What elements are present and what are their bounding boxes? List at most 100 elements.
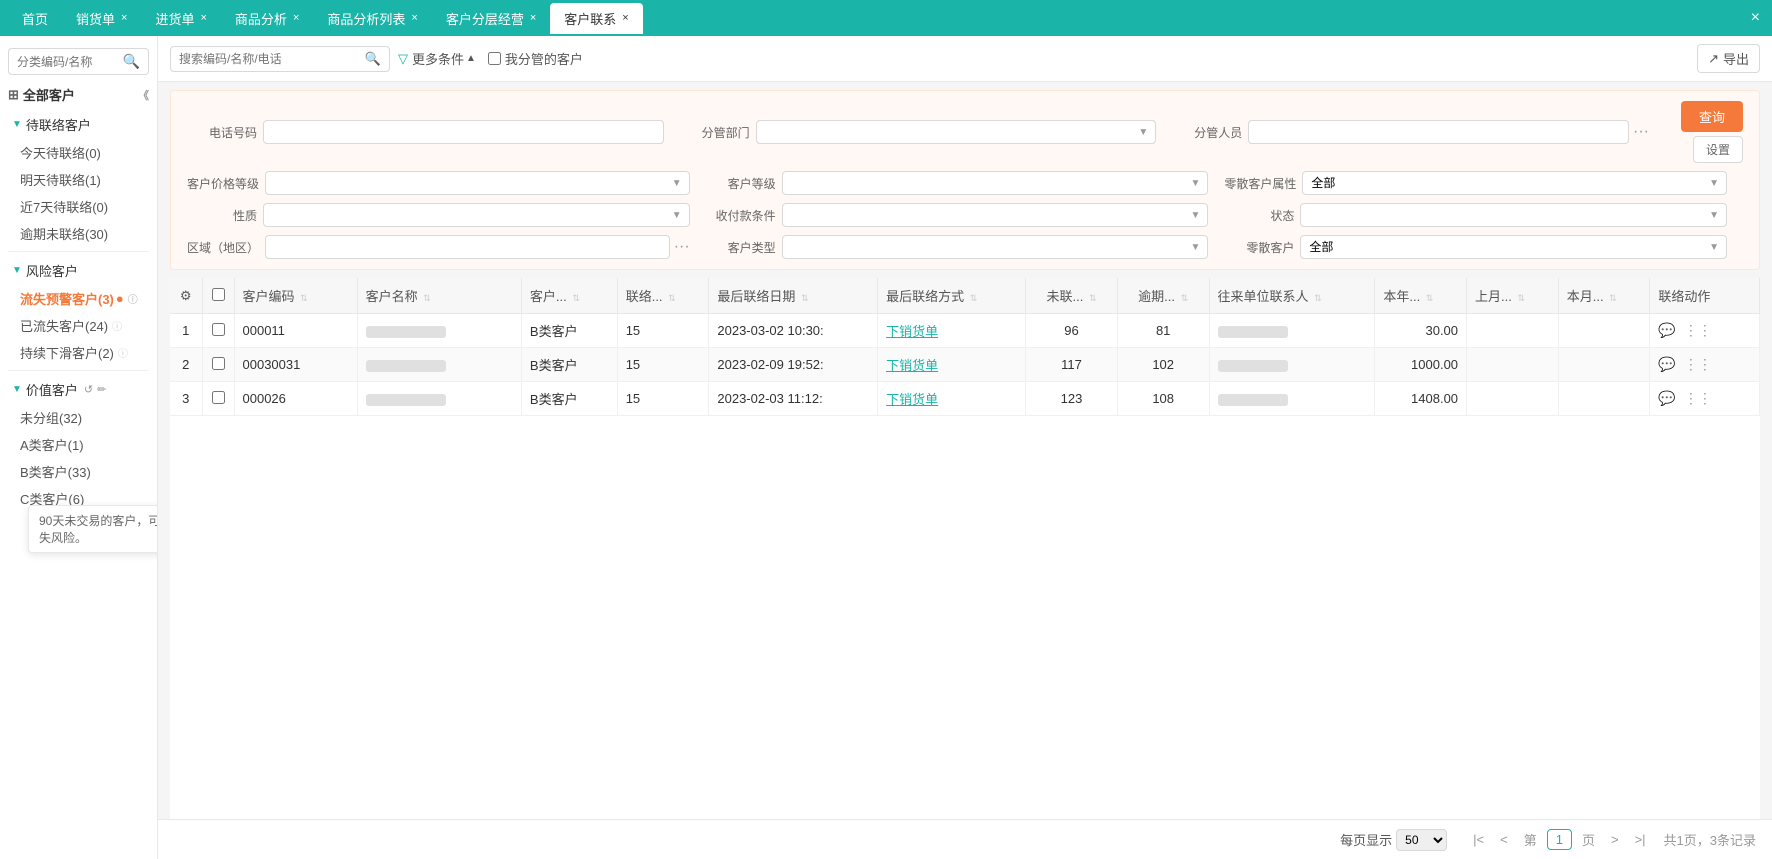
th-name[interactable]: 客户名称 ⇅ xyxy=(357,278,521,314)
sidebar-item-tomorrow[interactable]: 明天待联络(1) xyxy=(0,166,157,193)
search-input[interactable] xyxy=(179,52,361,66)
value-refresh-icon[interactable]: ↺ xyxy=(84,383,93,396)
sidebar-search-input[interactable] xyxy=(17,55,123,69)
export-btn[interactable]: ↗ 导出 xyxy=(1697,44,1760,73)
last-method-link-1[interactable]: 下销货单 xyxy=(886,358,938,373)
th-overdue[interactable]: 逾期... ⇅ xyxy=(1117,278,1209,314)
th-uncontact[interactable]: 未联... ⇅ xyxy=(1026,278,1118,314)
action-contact-icon-1[interactable]: 💬 xyxy=(1658,356,1675,373)
search-icon-btn[interactable]: 🔍 xyxy=(365,51,381,67)
last-method-link-0[interactable]: 下销货单 xyxy=(886,324,938,339)
filter-select-price-level[interactable] xyxy=(265,171,690,195)
sidebar-search-box[interactable]: 🔍 xyxy=(8,48,149,75)
cell-overdue: 108 xyxy=(1117,382,1209,416)
filter-select-cust-type[interactable] xyxy=(782,235,1209,259)
sidebar-item-churned[interactable]: 已流失客户(24) ⓘ xyxy=(0,312,157,339)
tab-sales[interactable]: 销货单 × xyxy=(62,3,141,34)
tab-customer-contact-close[interactable]: × xyxy=(622,12,628,24)
th-this-month[interactable]: 本月... ⇅ xyxy=(1558,278,1650,314)
action-more-icon-1[interactable]: ⋮⋮ xyxy=(1684,356,1712,373)
tab-purchase-close[interactable]: × xyxy=(200,12,206,24)
filter-select-dept[interactable] xyxy=(756,120,1157,144)
action-more-icon-2[interactable]: ⋮⋮ xyxy=(1684,390,1712,407)
sidebar-group-value[interactable]: ▼ 价值客户 ↺ ✏ xyxy=(0,375,157,404)
row-checkbox-0[interactable] xyxy=(212,323,225,336)
more-filter-btn[interactable]: ▽ 更多条件 ▲ xyxy=(398,49,476,68)
filter-input-region[interactable] xyxy=(265,235,670,259)
collapse-icon[interactable]: 《 xyxy=(138,87,149,103)
th-level[interactable]: 客户... ⇅ xyxy=(521,278,617,314)
sidebar-item-declining[interactable]: 持续下滑客户(2) ⓘ xyxy=(0,339,157,366)
action-contact-icon-2[interactable]: 💬 xyxy=(1658,390,1675,407)
contacts-blurred-0 xyxy=(1218,326,1288,338)
tab-sales-close[interactable]: × xyxy=(121,12,127,24)
next-page-btn[interactable]: > xyxy=(1605,830,1625,849)
filter-input-phone[interactable] xyxy=(263,120,664,144)
prev-page-btn[interactable]: < xyxy=(1494,830,1514,849)
filter-select-cust-level[interactable] xyxy=(782,171,1209,195)
tab-home[interactable]: 首页 xyxy=(8,3,62,34)
region-more-btn[interactable]: ··· xyxy=(674,238,690,256)
person-more-btn[interactable]: ··· xyxy=(1633,123,1649,141)
tab-customer-tier[interactable]: 客户分层经营 × xyxy=(432,3,550,34)
th-last-method[interactable]: 最后联络方式 ⇅ xyxy=(878,278,1026,314)
tab-analysis[interactable]: 商品分析 × xyxy=(221,3,313,34)
cell-checkbox[interactable] xyxy=(202,314,234,348)
row-checkbox-2[interactable] xyxy=(212,391,225,404)
sidebar-search-icon[interactable]: 🔍 xyxy=(123,53,140,70)
query-button[interactable]: 查询 xyxy=(1681,101,1743,132)
sidebar-item-churn-warning[interactable]: 流失预警客户(3) ● ⓘ xyxy=(0,285,157,312)
sidebar-item-7days[interactable]: 近7天待联络(0) xyxy=(0,193,157,220)
search-input-wrap[interactable]: 🔍 xyxy=(170,46,390,72)
action-contact-icon-0[interactable]: 💬 xyxy=(1658,322,1675,339)
sidebar-item-ungrouped[interactable]: 未分组(32) xyxy=(0,404,157,431)
filter-select-retail-attr[interactable]: 全部 xyxy=(1302,171,1727,195)
tab-customer-contact[interactable]: 客户联系 × xyxy=(550,3,642,34)
filter-input-person[interactable] xyxy=(1248,120,1629,144)
close-all-tabs[interactable]: × xyxy=(1751,9,1760,27)
sidebar-group-risk[interactable]: ▼ 风险客户 xyxy=(0,256,157,285)
action-more-icon-0[interactable]: ⋮⋮ xyxy=(1684,322,1712,339)
tab-analysis-list[interactable]: 商品分析列表 × xyxy=(313,3,431,34)
filter-select-retail-cust[interactable]: 全部 xyxy=(1300,235,1727,259)
first-page-btn[interactable]: |< xyxy=(1467,830,1490,849)
tab-analysis-list-close[interactable]: × xyxy=(411,12,417,24)
per-page-wrap: 每页显示 50 100 xyxy=(1340,829,1451,851)
filter-select-nature[interactable] xyxy=(263,203,690,227)
sidebar-item-class-a[interactable]: A类客户(1) xyxy=(0,431,157,458)
per-page-select[interactable]: 50 100 xyxy=(1396,829,1447,851)
th-year[interactable]: 本年... ⇅ xyxy=(1375,278,1467,314)
last-page-btn[interactable]: >| xyxy=(1629,830,1652,849)
th-contact[interactable]: 联络... ⇅ xyxy=(617,278,709,314)
sidebar-item-overdue[interactable]: 逾期未联络(30) xyxy=(0,220,157,247)
filter-select-status[interactable] xyxy=(1300,203,1727,227)
cell-checkbox[interactable] xyxy=(202,382,234,416)
tab-purchase[interactable]: 进货单 × xyxy=(141,3,220,34)
row-checkbox-1[interactable] xyxy=(212,357,225,370)
sidebar-item-class-b[interactable]: B类客户(33) xyxy=(0,458,157,485)
cell-last-method[interactable]: 下销货单 xyxy=(878,348,1026,382)
tab-customer-tier-close[interactable]: × xyxy=(530,12,536,24)
select-all-checkbox[interactable] xyxy=(212,288,225,301)
th-code[interactable]: 客户编码 ⇅ xyxy=(234,278,357,314)
cell-last-method[interactable]: 下销货单 xyxy=(878,382,1026,416)
filter-select-payment[interactable] xyxy=(782,203,1209,227)
cell-checkbox[interactable] xyxy=(202,348,234,382)
tab-analysis-close[interactable]: × xyxy=(293,12,299,24)
th-last-month[interactable]: 上月... ⇅ xyxy=(1467,278,1559,314)
current-page[interactable]: 1 xyxy=(1547,829,1572,850)
th-contacts[interactable]: 往来单位联系人 ⇅ xyxy=(1209,278,1375,314)
th-settings[interactable]: ⚙ xyxy=(170,278,202,314)
cell-code: 000026 xyxy=(234,382,357,416)
th-last-date[interactable]: 最后联络日期 ⇅ xyxy=(709,278,878,314)
my-customers-checkbox-wrap[interactable]: 我分管的客户 xyxy=(488,49,583,68)
sidebar-all-customers[interactable]: ⊞ 全部客户 《 xyxy=(0,79,157,110)
sidebar-group-pending[interactable]: ▼ 待联络客户 xyxy=(0,110,157,139)
sidebar-item-today[interactable]: 今天待联络(0) xyxy=(0,139,157,166)
settings-button[interactable]: 设置 xyxy=(1693,136,1743,163)
cell-last-method[interactable]: 下销货单 xyxy=(878,314,1026,348)
my-customers-checkbox[interactable] xyxy=(488,52,501,65)
th-checkbox[interactable] xyxy=(202,278,234,314)
value-edit-icon[interactable]: ✏ xyxy=(97,383,106,396)
last-method-link-2[interactable]: 下销货单 xyxy=(886,392,938,407)
